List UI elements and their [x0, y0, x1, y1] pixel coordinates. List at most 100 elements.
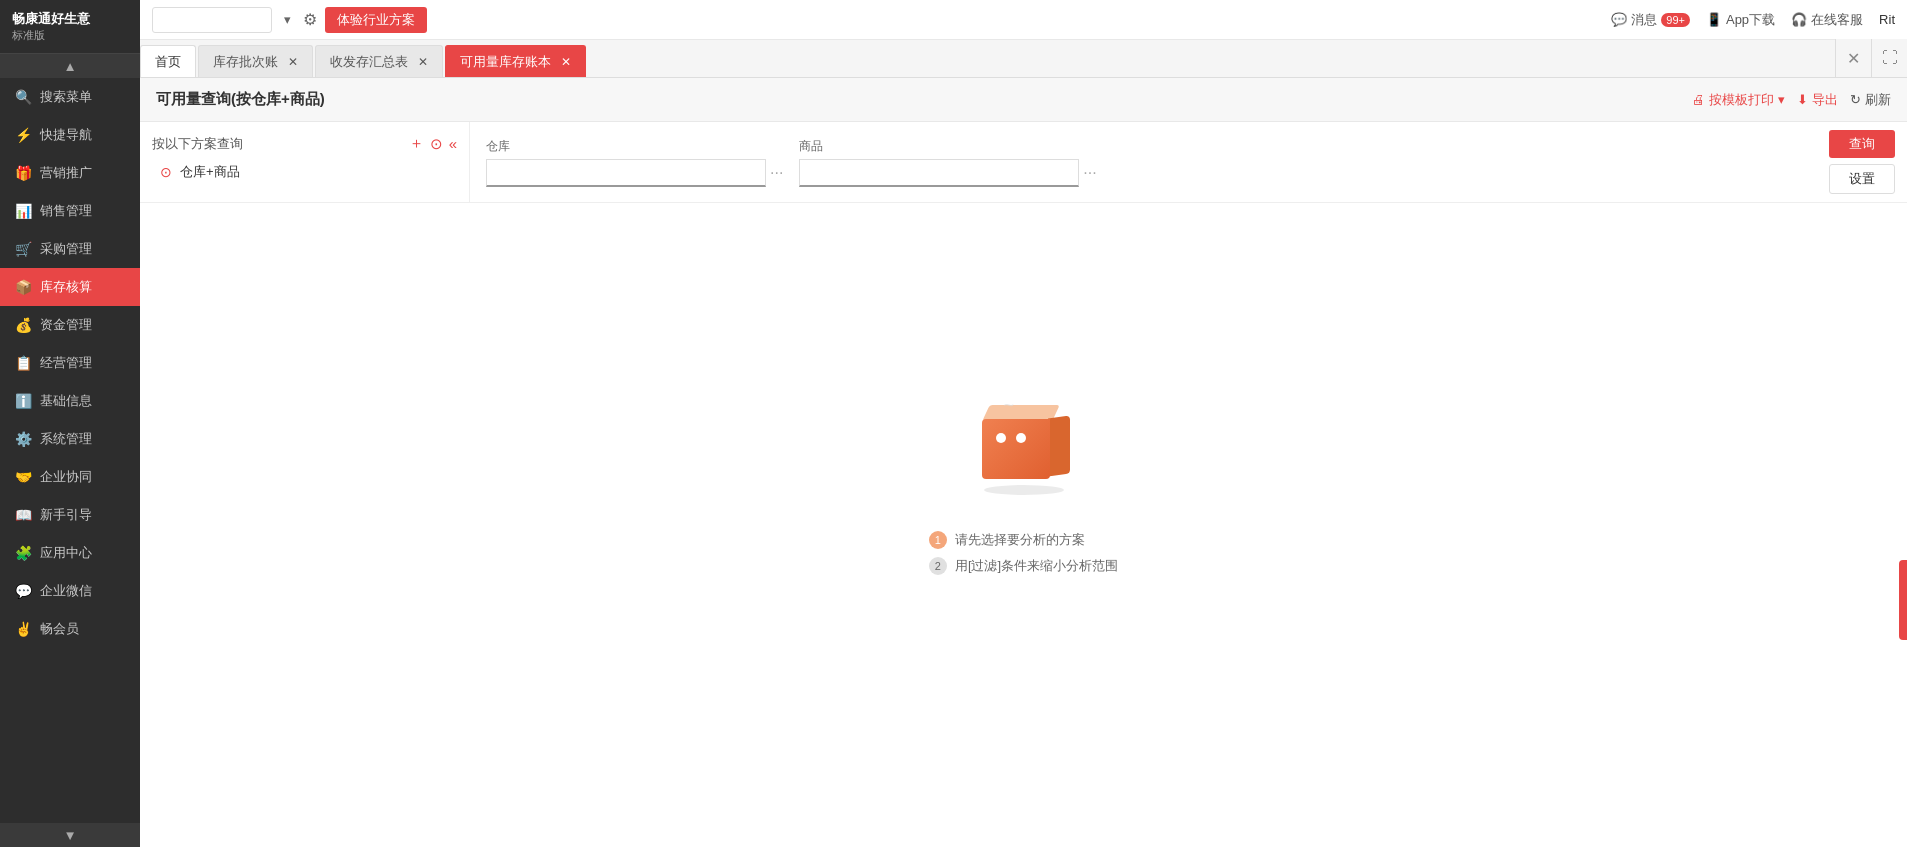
print-icon: 🖨 [1692, 92, 1705, 107]
print-label: 按模板打印 [1709, 91, 1774, 109]
tab-home-label: 首页 [155, 53, 181, 71]
query-right-panel: 仓库 ··· 商品 ··· [470, 122, 1817, 202]
sidebar-item-system[interactable]: ⚙️ 系统管理 [0, 420, 140, 458]
scheme-settings-icon[interactable]: ⊙ [430, 135, 443, 153]
hint-2: 2 用[过滤]条件来缩小分析范围 [929, 557, 1118, 575]
sidebar-item-marketing[interactable]: 🎁 营销推广 [0, 154, 140, 192]
industry-btn[interactable]: 体验行业方案 [325, 7, 427, 33]
basic-info-icon: ℹ️ [14, 392, 32, 410]
tab-batch-account[interactable]: 库存批次账 ✕ [198, 45, 313, 77]
empty-hints: 1 请先选择要分析的方案 2 用[过滤]条件来缩小分析范围 [929, 531, 1118, 575]
empty-illustration: ~ [964, 395, 1084, 515]
setting-btn[interactable]: 设置 [1829, 164, 1895, 194]
sidebar-item-collab[interactable]: 🤝 企业协同 [0, 458, 140, 496]
hint-num-1: 1 [929, 531, 947, 549]
hint-1: 1 请先选择要分析的方案 [929, 531, 1118, 549]
export-action[interactable]: ⬇ 导出 [1797, 91, 1838, 109]
user-label: Rit [1879, 12, 1895, 27]
empty-state: ~ 1 请先选择要分析的方案 2 用[过滤]条件来缩小分析范围 [140, 203, 1907, 847]
tab-batch-account-close[interactable]: ✕ [288, 55, 298, 69]
app-download-btn[interactable]: 📱 App下载 [1706, 11, 1775, 29]
sidebar-scroll-down[interactable]: ▼ [0, 823, 140, 847]
collapse-icon[interactable]: « [449, 135, 457, 152]
user-menu[interactable]: Rit [1879, 12, 1895, 27]
add-scheme-icon[interactable]: ＋ [409, 134, 424, 153]
message-badge: 99+ [1661, 13, 1690, 27]
finance-icon: 💰 [14, 316, 32, 334]
print-dropdown-icon[interactable]: ▾ [1778, 92, 1785, 107]
topbar-left: ▾ ⚙ 体验行业方案 [152, 7, 427, 33]
page-title: 可用量查询(按仓库+商品) [156, 90, 325, 109]
warehouse-more-icon[interactable]: ··· [770, 164, 783, 182]
filter-product: 商品 ··· [799, 138, 1096, 187]
search-icon: 🔍 [14, 88, 32, 106]
tab-home[interactable]: 首页 [140, 45, 196, 77]
sidebar-item-guide[interactable]: 📖 新手引导 [0, 496, 140, 534]
sidebar-item-quicknav[interactable]: ⚡ 快捷导航 [0, 116, 140, 154]
system-icon: ⚙️ [14, 430, 32, 448]
option-icon: ⊙ [160, 164, 172, 180]
scroll-handle[interactable] [1899, 560, 1907, 640]
guide-icon: 📖 [14, 506, 32, 524]
sidebar-header: 畅康通好生意 标准版 [0, 0, 140, 54]
sidebar: 畅康通好生意 标准版 ▲ 🔍 搜索菜单 ⚡ 快捷导航 🎁 营销推广 📊 销售管理… [0, 0, 140, 847]
sidebar-item-member[interactable]: ✌️ 畅会员 [0, 610, 140, 648]
tabs-right-controls: ✕ ⛶ [1835, 39, 1907, 77]
appstore-icon: 🧩 [14, 544, 32, 562]
marketing-icon: 🎁 [14, 164, 32, 182]
tab-summary-close[interactable]: ✕ [418, 55, 428, 69]
export-icon: ⬇ [1797, 92, 1808, 107]
topbar-gear-icon[interactable]: ⚙ [303, 10, 317, 29]
purchase-icon: 🛒 [14, 240, 32, 258]
brand-edition: 标准版 [12, 28, 128, 43]
topbar-dropdown-btn[interactable]: ▾ [280, 12, 295, 27]
filter-product-label: 商品 [799, 138, 1096, 155]
sidebar-item-wechat[interactable]: 💬 企业微信 [0, 572, 140, 610]
topbar-search-input[interactable] [152, 7, 272, 33]
query-scheme-label: 按以下方案查询 [152, 135, 403, 153]
sales-icon: 📊 [14, 202, 32, 220]
app-icon: 📱 [1706, 12, 1722, 27]
sidebar-item-operations[interactable]: 📋 经营管理 [0, 344, 140, 382]
refresh-icon: ↻ [1850, 92, 1861, 107]
member-icon: ✌️ [14, 620, 32, 638]
page-header-actions: 🖨 按模板打印 ▾ ⬇ 导出 ↻ 刷新 [1692, 91, 1891, 109]
tab-available-inventory-close[interactable]: ✕ [561, 55, 571, 69]
query-btn[interactable]: 查询 [1829, 130, 1895, 158]
sidebar-item-inventory[interactable]: 📦 库存核算 [0, 268, 140, 306]
brand-name: 畅康通好生意 [12, 10, 128, 28]
tab-close-btn[interactable]: ✕ [1835, 39, 1871, 77]
sidebar-nav: 🔍 搜索菜单 ⚡ 快捷导航 🎁 营销推广 📊 销售管理 🛒 采购管理 📦 库存核… [0, 78, 140, 823]
product-more-icon[interactable]: ··· [1083, 164, 1096, 182]
sidebar-scroll-up[interactable]: ▲ [0, 54, 140, 78]
tab-summary[interactable]: 收发存汇总表 ✕ [315, 45, 443, 77]
refresh-action[interactable]: ↻ 刷新 [1850, 91, 1891, 109]
print-action[interactable]: 🖨 按模板打印 ▾ [1692, 91, 1785, 109]
app-label: App下载 [1726, 11, 1775, 29]
page-header: 可用量查询(按仓库+商品) 🖨 按模板打印 ▾ ⬇ 导出 ↻ 刷新 [140, 78, 1907, 122]
hint-text-2: 用[过滤]条件来缩小分析范围 [955, 557, 1118, 575]
quicknav-icon: ⚡ [14, 126, 32, 144]
filter-warehouse-input[interactable] [486, 159, 766, 187]
operations-icon: 📋 [14, 354, 32, 372]
tab-expand-btn[interactable]: ⛶ [1871, 39, 1907, 77]
inventory-icon: 📦 [14, 278, 32, 296]
sidebar-item-purchase[interactable]: 🛒 采购管理 [0, 230, 140, 268]
online-service-btn[interactable]: 🎧 在线客服 [1791, 11, 1863, 29]
sidebar-item-sales[interactable]: 📊 销售管理 [0, 192, 140, 230]
content-area: 可用量查询(按仓库+商品) 🖨 按模板打印 ▾ ⬇ 导出 ↻ 刷新 [140, 78, 1907, 847]
sidebar-item-search[interactable]: 🔍 搜索菜单 [0, 78, 140, 116]
sidebar-item-finance[interactable]: 💰 资金管理 [0, 306, 140, 344]
message-btn[interactable]: 💬 消息 99+ [1611, 11, 1690, 29]
sidebar-item-basic-info[interactable]: ℹ️ 基础信息 [0, 382, 140, 420]
tabs-bar: 首页 库存批次账 ✕ 收发存汇总表 ✕ 可用量库存账本 ✕ ✕ ⛶ [140, 40, 1907, 78]
tab-available-inventory[interactable]: 可用量库存账本 ✕ [445, 45, 586, 77]
filter-product-input[interactable] [799, 159, 1079, 187]
query-area: 按以下方案查询 ＋ ⊙ « ⊙ 仓库+商品 仓库 [140, 122, 1907, 203]
query-option-warehouse-product[interactable]: ⊙ 仓库+商品 [140, 157, 469, 187]
message-label: 消息 [1631, 11, 1657, 29]
query-panel: 按以下方案查询 ＋ ⊙ « ⊙ 仓库+商品 仓库 [140, 122, 1907, 202]
service-icon: 🎧 [1791, 12, 1807, 27]
sidebar-item-appstore[interactable]: 🧩 应用中心 [0, 534, 140, 572]
tab-summary-label: 收发存汇总表 [330, 53, 408, 71]
